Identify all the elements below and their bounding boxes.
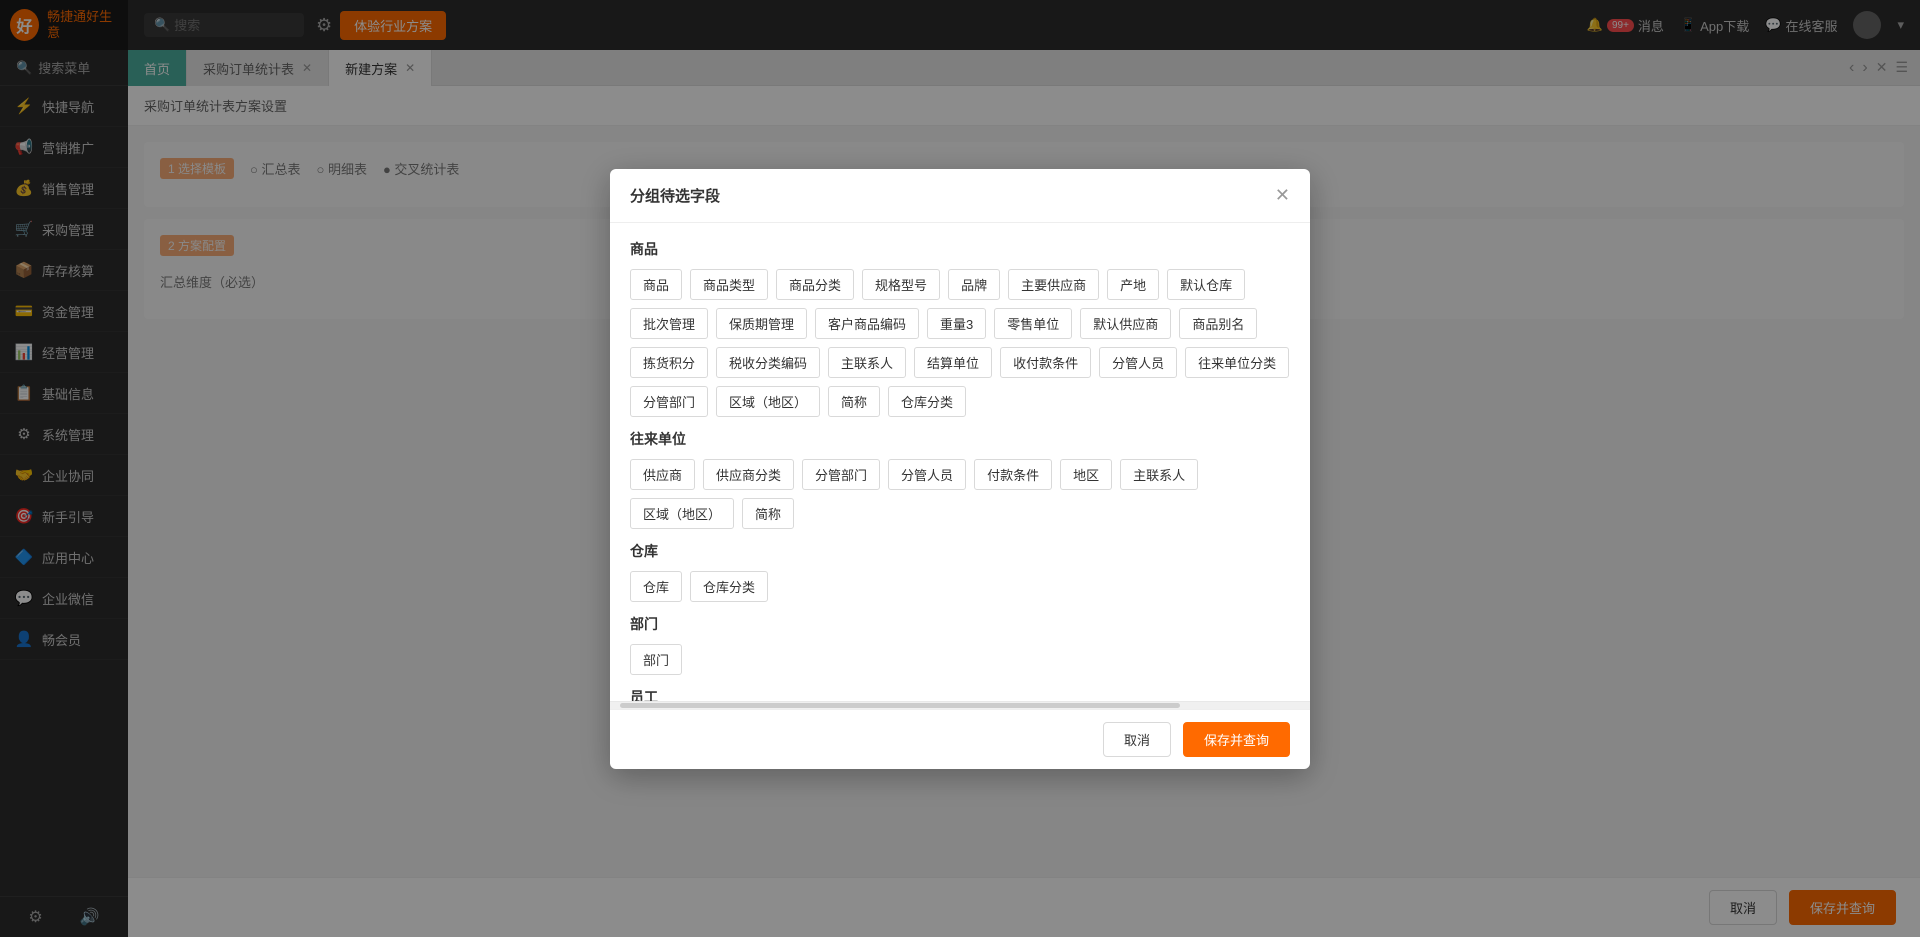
field-tag-------[interactable]: 客户商品编码: [815, 308, 919, 339]
field-tag---[interactable]: 商品: [630, 269, 682, 300]
field-tag-----[interactable]: 批次管理: [630, 308, 708, 339]
modal-scroll-thumb: [620, 703, 1180, 708]
modal-dialog: 分组待选字段 ✕ 商品商品商品类型商品分类规格型号品牌主要供应商产地默认仓库批次…: [610, 169, 1310, 769]
field-tag-----[interactable]: 主联系人: [1120, 459, 1198, 490]
section-title-product: 商品: [630, 239, 1290, 259]
field-tag------[interactable]: 供应商分类: [703, 459, 794, 490]
field-tag-----[interactable]: 拣货积分: [630, 347, 708, 378]
field-tag-----[interactable]: 分管人员: [1099, 347, 1177, 378]
field-tag-----[interactable]: 分管人员: [888, 459, 966, 490]
field-grid-product: 商品商品类型商品分类规格型号品牌主要供应商产地默认仓库批次管理保质期管理客户商品…: [630, 269, 1290, 417]
field-tag-----[interactable]: 结算单位: [914, 347, 992, 378]
field-tag-----[interactable]: 商品分类: [776, 269, 854, 300]
field-tag-----[interactable]: 仓库分类: [888, 386, 966, 417]
field-tag-------[interactable]: 往来单位分类: [1185, 347, 1289, 378]
field-tag----[interactable]: 供应商: [630, 459, 695, 490]
field-tag-----[interactable]: 零售单位: [994, 308, 1072, 339]
modal-confirm-btn[interactable]: 保存并查询: [1183, 722, 1290, 757]
modal-cancel-btn[interactable]: 取消: [1103, 722, 1171, 757]
field-tag-----[interactable]: 商品类型: [690, 269, 768, 300]
field-tag-----[interactable]: 付款条件: [974, 459, 1052, 490]
field-grid-warehouse: 仓库仓库分类: [630, 571, 1290, 602]
field-tag---[interactable]: 简称: [742, 498, 794, 529]
field-tag-----[interactable]: 分管部门: [802, 459, 880, 490]
modal-scroll-bar: [610, 701, 1310, 709]
field-tag---[interactable]: 产地: [1107, 269, 1159, 300]
field-tag-------[interactable]: 区域（地区）: [630, 498, 734, 529]
field-tag------[interactable]: 保质期管理: [716, 308, 807, 339]
field-tag-----[interactable]: 商品别名: [1179, 308, 1257, 339]
section-title-staff: 员工: [630, 687, 1290, 701]
section-title-department: 部门: [630, 614, 1290, 634]
modal-overlay: 分组待选字段 ✕ 商品商品商品类型商品分类规格型号品牌主要供应商产地默认仓库批次…: [0, 0, 1920, 937]
field-tag---[interactable]: 地区: [1060, 459, 1112, 490]
field-tag-----[interactable]: 仓库分类: [690, 571, 768, 602]
field-tag-------[interactable]: 区域（地区）: [716, 386, 820, 417]
field-tag---[interactable]: 品牌: [948, 269, 1000, 300]
field-tag-----[interactable]: 主联系人: [828, 347, 906, 378]
field-tag---[interactable]: 简称: [828, 386, 880, 417]
section-title-warehouse: 仓库: [630, 541, 1290, 561]
field-tag------[interactable]: 收付款条件: [1000, 347, 1091, 378]
field-grid-partner: 供应商供应商分类分管部门分管人员付款条件地区主联系人区域（地区） 简称: [630, 459, 1290, 529]
field-tag------[interactable]: 默认供应商: [1080, 308, 1171, 339]
field-tag---[interactable]: 部门: [630, 644, 682, 675]
field-tag---[interactable]: 仓库: [630, 571, 682, 602]
field-tag-------[interactable]: 税收分类编码: [716, 347, 820, 378]
field-tag---3[interactable]: 重量3: [927, 308, 986, 339]
modal-footer: 取消 保存并查询: [610, 709, 1310, 769]
section-title-partner: 往来单位: [630, 429, 1290, 449]
field-tag-----[interactable]: 分管部门: [630, 386, 708, 417]
field-tag-----[interactable]: 默认仓库: [1167, 269, 1245, 300]
field-grid-department: 部门: [630, 644, 1290, 675]
modal-title: 分组待选字段: [630, 185, 720, 206]
modal-body: 商品商品商品类型商品分类规格型号品牌主要供应商产地默认仓库批次管理保质期管理客户…: [610, 223, 1310, 701]
modal-close-btn[interactable]: ✕: [1275, 185, 1290, 206]
field-tag-----[interactable]: 规格型号: [862, 269, 940, 300]
modal-header: 分组待选字段 ✕: [610, 169, 1310, 223]
field-tag------[interactable]: 主要供应商: [1008, 269, 1099, 300]
